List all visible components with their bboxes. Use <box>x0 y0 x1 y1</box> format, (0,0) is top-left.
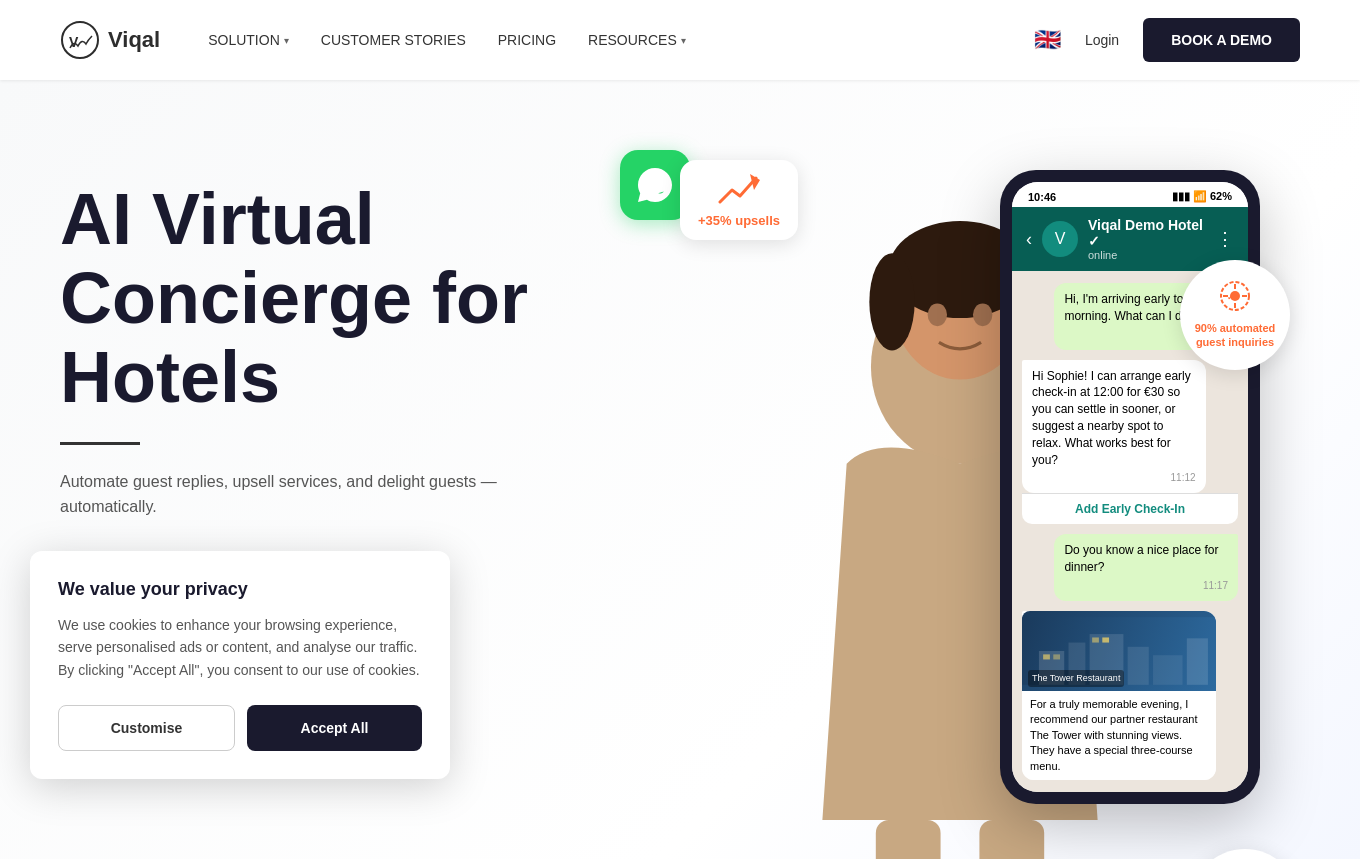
navbar-left: V Viqal SOLUTION ▾ CUSTOMER STORIES PRIC… <box>60 20 686 60</box>
svg-rect-23 <box>1053 654 1060 659</box>
cookie-buttons: Customise Accept All <box>58 705 422 751</box>
trend-up-icon <box>718 172 760 213</box>
chat-message-bot-1: Hi Sophie! I can arrange early check-in … <box>1022 360 1206 494</box>
nav-resources[interactable]: RESOURCES ▾ <box>588 32 686 48</box>
cookie-text: We use cookies to enhance your browsing … <box>58 614 422 681</box>
svg-rect-25 <box>1102 637 1109 642</box>
restaurant-image: The Tower Restaurant <box>1022 611 1216 691</box>
logo-icon: V <box>60 20 100 60</box>
chat-message-bot-2: The Tower Restaurant For a truly memorab… <box>1022 611 1216 780</box>
svg-rect-7 <box>876 820 941 859</box>
logo[interactable]: V Viqal <box>60 20 160 60</box>
gear-icon: ✓ <box>1220 281 1250 317</box>
nav-pricing[interactable]: PRICING <box>498 32 556 48</box>
svg-point-10 <box>973 304 992 327</box>
cookie-banner: We value your privacy We use cookies to … <box>30 551 450 779</box>
phone-status-bar: 10:46 ▮▮▮ 📶 62% <box>1012 182 1248 207</box>
phone-chat-header: ‹ V Viqal Demo Hotel ✓ online ⋮ <box>1012 207 1248 271</box>
cookie-title: We value your privacy <box>58 579 422 600</box>
svg-rect-20 <box>1153 655 1183 685</box>
svg-point-5 <box>869 253 914 350</box>
hero-divider <box>60 442 140 445</box>
nav-links: SOLUTION ▾ CUSTOMER STORIES PRICING RESO… <box>208 32 686 48</box>
automated-badge: ✓ 90% automated guest inquiries <box>1180 260 1290 370</box>
svg-rect-22 <box>1043 654 1050 659</box>
upsells-badge: +35% upsells <box>680 160 798 240</box>
login-button[interactable]: Login <box>1085 32 1119 48</box>
menu-icon[interactable]: ⋮ <box>1216 228 1234 250</box>
nav-solution[interactable]: SOLUTION ▾ <box>208 32 289 48</box>
hero-right: +35% upsells ✓ 90% automated guest inqui… <box>620 140 1300 859</box>
svg-text:✓: ✓ <box>1227 293 1234 302</box>
chevron-down-icon: ▾ <box>284 35 289 46</box>
logo-text: Viqal <box>108 27 160 53</box>
svg-rect-21 <box>1187 638 1208 684</box>
book-demo-button[interactable]: BOOK A DEMO <box>1143 18 1300 62</box>
automated-text: 90% automated guest inquiries <box>1192 321 1278 350</box>
navbar-right: 🇬🇧 Login BOOK A DEMO <box>1034 18 1300 62</box>
svg-point-0 <box>62 22 98 58</box>
customise-button[interactable]: Customise <box>58 705 235 751</box>
svg-point-9 <box>928 304 947 327</box>
hotel-avatar: V <box>1042 221 1078 257</box>
flag-uk-icon[interactable]: 🇬🇧 <box>1034 27 1061 53</box>
chat-cta-button[interactable]: Add Early Check-In <box>1022 493 1238 524</box>
hero-title: AI Virtual Concierge for Hotels <box>60 180 620 418</box>
accept-all-button[interactable]: Accept All <box>247 705 422 751</box>
chat-message-guest-2: Do you know a nice place for dinner? 11:… <box>1054 534 1238 601</box>
navbar: V Viqal SOLUTION ▾ CUSTOMER STORIES PRIC… <box>0 0 1360 80</box>
hero-subtitle: Automate guest replies, upsell services,… <box>60 469 520 520</box>
back-icon[interactable]: ‹ <box>1026 229 1032 250</box>
svg-rect-8 <box>979 820 1044 859</box>
nav-customer-stories[interactable]: CUSTOMER STORIES <box>321 32 466 48</box>
chevron-down-icon: ▾ <box>681 35 686 46</box>
svg-rect-19 <box>1128 647 1149 685</box>
svg-rect-24 <box>1092 637 1099 642</box>
upsells-text: +35% upsells <box>698 213 780 228</box>
